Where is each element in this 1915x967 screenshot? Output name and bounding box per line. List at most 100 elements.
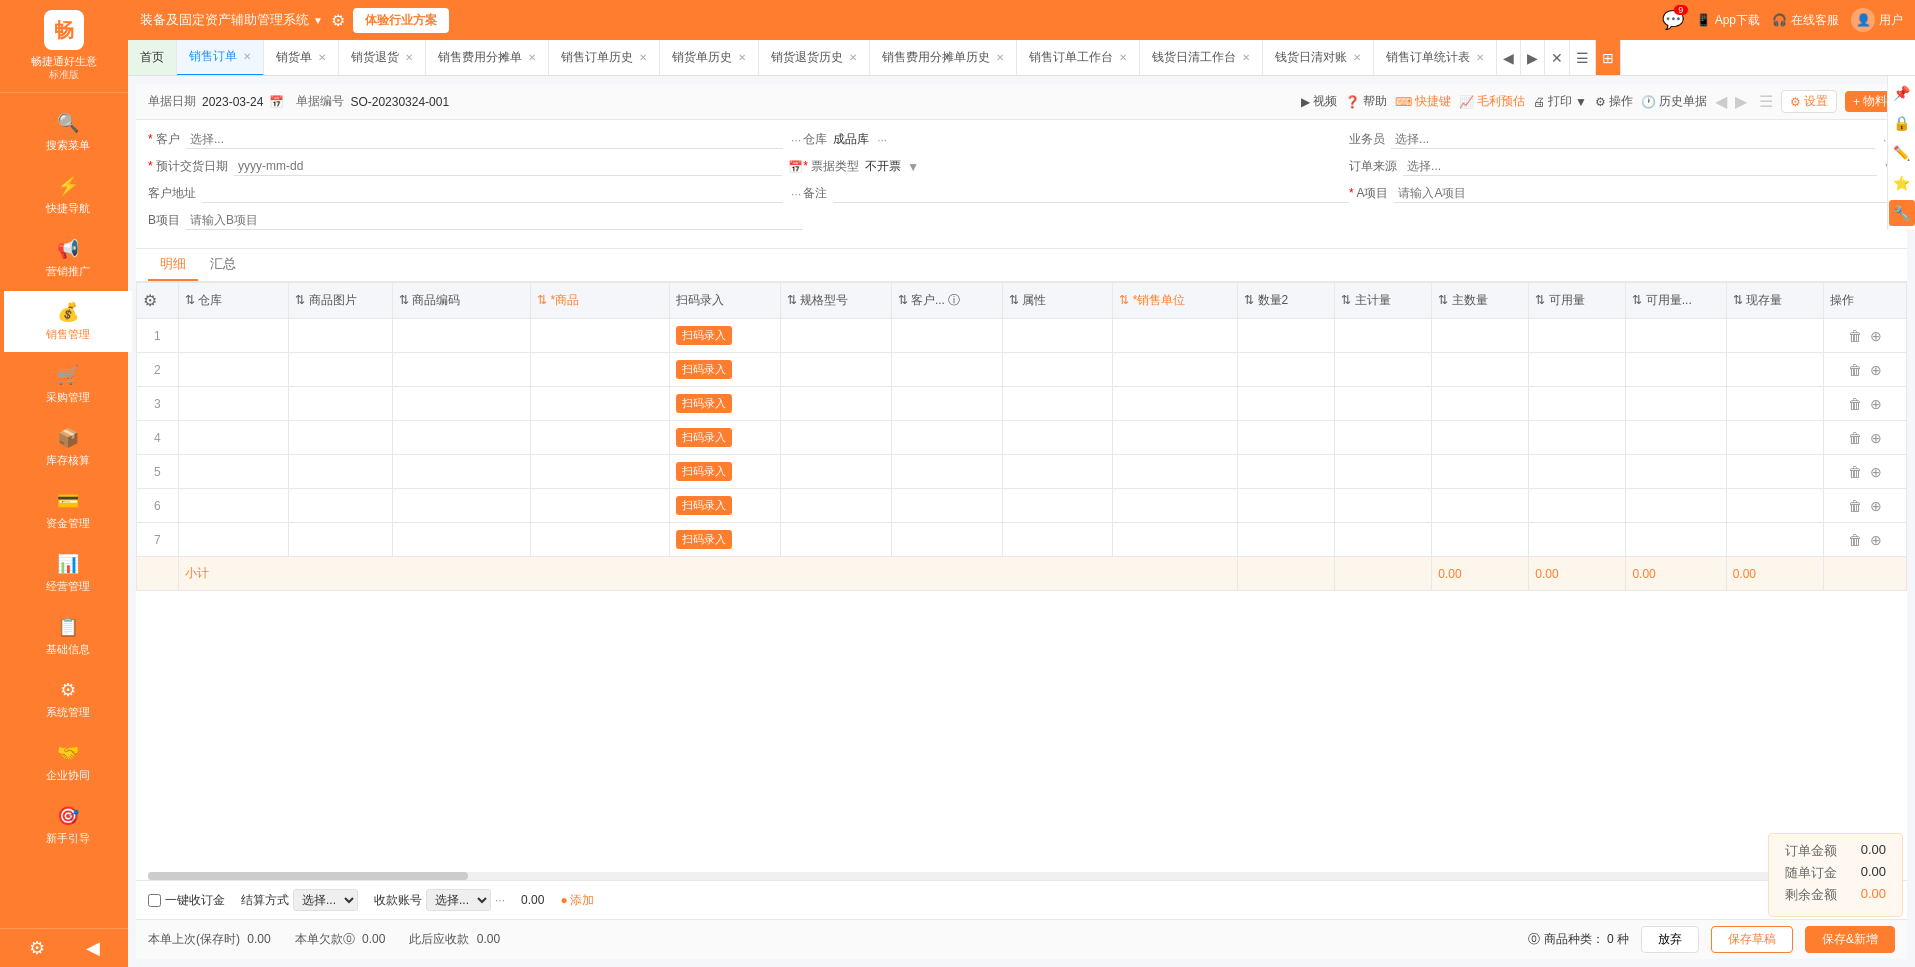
sidebar-item-marketing[interactable]: 📢 营销推广 [4,228,132,289]
system-chevron-icon[interactable]: ▼ [313,15,323,26]
sidebar-item-basics[interactable]: 📋 基础信息 [4,606,132,667]
right-panel-icon-4[interactable]: ⭐ [1889,170,1915,196]
shortcut-action[interactable]: ⌨ 快捷键 [1395,93,1451,110]
delete-icon[interactable]: 🗑 [1848,430,1862,446]
tab-home[interactable]: 首页 [128,40,177,76]
tab-expand-btn[interactable]: ⊞ [1596,40,1621,76]
copy-icon[interactable]: ⊕ [1870,464,1882,480]
tab-menu-btn[interactable]: ☰ [1570,40,1596,76]
cell-image[interactable] [289,489,392,523]
cell-unit[interactable] [1113,387,1238,421]
cell-spec[interactable] [780,455,891,489]
cell-main-qty[interactable] [1432,387,1529,421]
delivery-input[interactable] [234,157,782,176]
address-input[interactable] [202,184,783,203]
tab-summary[interactable]: 汇总 [198,249,248,281]
sort-icon[interactable]: ⇅ [1341,293,1351,307]
cell-spec[interactable] [780,523,891,557]
customer-input[interactable] [186,130,783,149]
view-action[interactable]: ▶ 视频 [1301,93,1337,110]
tab-next-btn[interactable]: ▶ [1521,40,1545,76]
warehouse-more-icon[interactable]: ··· [875,133,889,147]
cell-code[interactable] [392,523,531,557]
tab-sales-order-history[interactable]: 销售订单历史 ✕ [549,40,660,76]
cell-available2[interactable] [1626,421,1726,455]
tab-close-icon[interactable]: ✕ [639,52,647,63]
right-panel-icon-5[interactable]: 🔧 [1889,200,1915,226]
cell-customer-code[interactable] [891,421,1002,455]
cell-main-qty[interactable] [1432,421,1529,455]
sort-icon[interactable]: ⇅ [537,293,547,307]
cell-available[interactable] [1529,353,1626,387]
cell-main-unit[interactable] [1335,523,1432,557]
cell-available2[interactable] [1626,353,1726,387]
sidebar-collapse-icon[interactable]: ◀ [86,937,100,959]
cell-available2[interactable] [1626,523,1726,557]
scan-button[interactable]: 扫码录入 [676,530,732,549]
cell-code[interactable] [392,387,531,421]
cell-main-unit[interactable] [1335,489,1432,523]
account-select[interactable]: 选择... [426,889,491,911]
cell-code[interactable] [392,489,531,523]
right-panel-icon-2[interactable]: 🔒 [1889,110,1915,136]
cell-stock[interactable] [1726,353,1823,387]
right-panel-icon-1[interactable]: 📌 [1889,80,1915,106]
tab-close-icon[interactable]: ✕ [738,52,746,63]
cell-qty2[interactable] [1238,455,1335,489]
tab-close-icon[interactable]: ✕ [996,52,1004,63]
cell-attribute[interactable] [1002,421,1113,455]
cell-product[interactable] [531,489,670,523]
scan-button[interactable]: 扫码录入 [676,326,732,345]
cell-warehouse[interactable] [178,421,289,455]
cell-product[interactable] [531,387,670,421]
discard-button[interactable]: 放弃 [1641,926,1699,953]
toolbar-next-icon[interactable]: ▶ [1735,92,1747,111]
print-action[interactable]: 🖨 打印 ▼ [1533,93,1587,110]
help-action[interactable]: ❓ 帮助 [1345,93,1387,110]
sort-icon[interactable]: ⇅ [1119,293,1129,307]
copy-icon[interactable]: ⊕ [1870,328,1882,344]
cell-image[interactable] [289,421,392,455]
cell-qty2[interactable] [1238,387,1335,421]
tab-close-icon[interactable]: ✕ [528,52,536,63]
cell-product[interactable] [531,319,670,353]
sort-icon[interactable]: ⇅ [185,293,195,307]
cell-main-unit[interactable] [1335,455,1432,489]
tab-sales-order[interactable]: 销售订单 ✕ [177,40,264,76]
cell-code[interactable] [392,353,531,387]
address-more-icon[interactable]: ··· [789,187,803,201]
sort-icon[interactable]: ⇅ [787,293,797,307]
invoice-dropdown-icon[interactable]: ▼ [907,160,919,174]
column-settings-icon[interactable]: ⚙ [143,292,157,309]
cell-product[interactable] [531,421,670,455]
col-settings[interactable]: ⚙ [137,283,179,319]
tab-close-icon[interactable]: ✕ [1476,52,1484,63]
cell-main-qty[interactable] [1432,353,1529,387]
cell-code[interactable] [392,421,531,455]
tab-invoice-history[interactable]: 销货单历史 ✕ [660,40,759,76]
tab-daily-workbench[interactable]: 钱货日清工作台 ✕ [1140,40,1263,76]
copy-icon[interactable]: ⊕ [1870,532,1882,548]
toolbar-list-icon[interactable]: ☰ [1759,92,1773,111]
cell-main-qty[interactable] [1432,455,1529,489]
cell-qty2[interactable] [1238,489,1335,523]
cell-product[interactable] [531,455,670,489]
message-icon[interactable]: 💬 9 [1662,9,1684,31]
delete-icon[interactable]: 🗑 [1848,362,1862,378]
cell-customer-code[interactable] [891,523,1002,557]
cell-attribute[interactable] [1002,489,1113,523]
cell-available[interactable] [1529,489,1626,523]
cell-warehouse[interactable] [178,387,289,421]
salesperson-input[interactable] [1391,130,1875,149]
cell-spec[interactable] [780,387,891,421]
settings-button[interactable]: ⚙ 设置 [1781,90,1837,113]
copy-icon[interactable]: ⊕ [1870,396,1882,412]
cell-warehouse[interactable] [178,523,289,557]
tab-close-icon[interactable]: ✕ [1353,52,1361,63]
delete-icon[interactable]: 🗑 [1848,464,1862,480]
cell-spec[interactable] [780,353,891,387]
cell-spec[interactable] [780,319,891,353]
cell-unit[interactable] [1113,353,1238,387]
sort-icon[interactable]: ⇅ [1733,293,1743,307]
copy-icon[interactable]: ⊕ [1870,498,1882,514]
